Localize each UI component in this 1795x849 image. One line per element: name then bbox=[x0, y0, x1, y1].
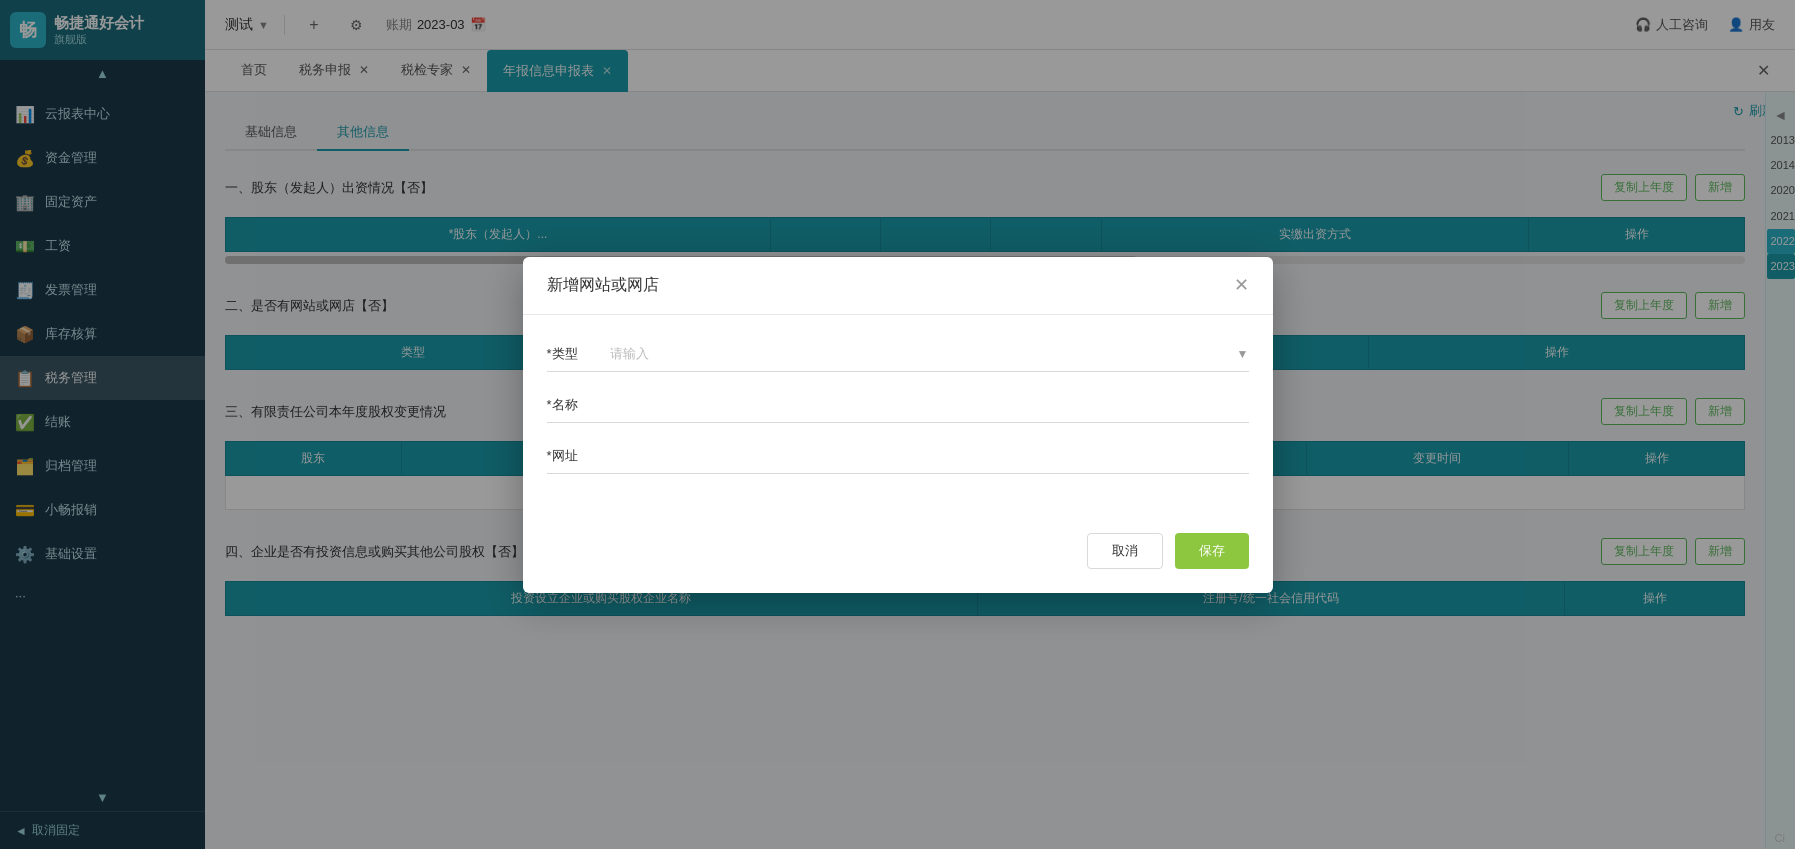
url-label: *网址 bbox=[547, 447, 578, 465]
type-label: *类型 bbox=[547, 345, 578, 363]
modal-close-button[interactable]: ✕ bbox=[1234, 276, 1249, 294]
form-row-url: *网址 bbox=[547, 447, 1249, 474]
form-row-name: *名称 bbox=[547, 396, 1249, 423]
url-input[interactable] bbox=[610, 448, 1249, 463]
modal-title: 新增网站或网店 bbox=[547, 275, 659, 296]
type-input[interactable] bbox=[610, 346, 1227, 361]
cancel-button[interactable]: 取消 bbox=[1087, 533, 1163, 569]
modal-header: 新增网站或网店 ✕ bbox=[523, 257, 1273, 315]
save-button[interactable]: 保存 bbox=[1175, 533, 1249, 569]
name-label: *名称 bbox=[547, 396, 578, 414]
modal-footer: 取消 保存 bbox=[523, 518, 1273, 593]
type-dropdown-icon[interactable]: ▼ bbox=[1237, 347, 1249, 361]
add-website-modal: 新增网站或网店 ✕ *类型 ▼ *名称 bbox=[523, 257, 1273, 593]
name-input[interactable] bbox=[610, 397, 1249, 412]
modal-body: *类型 ▼ *名称 bbox=[523, 315, 1273, 518]
form-row-type: *类型 ▼ bbox=[547, 345, 1249, 372]
modal-overlay[interactable]: 新增网站或网店 ✕ *类型 ▼ *名称 bbox=[0, 0, 1795, 849]
